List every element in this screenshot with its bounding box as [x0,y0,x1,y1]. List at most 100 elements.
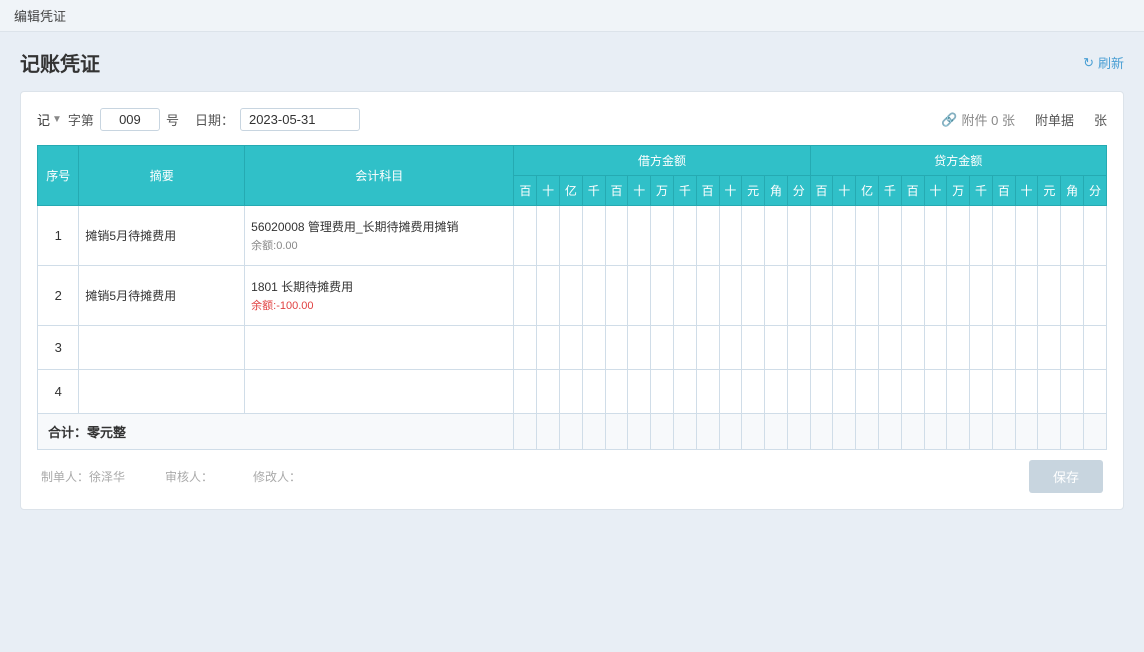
voucher-number-input[interactable] [100,108,160,131]
credit-cell-r1-c7[interactable] [970,206,993,266]
debit-cell-r3-c6[interactable] [651,326,674,370]
credit-cell-r2-c5[interactable] [924,266,947,326]
credit-cell-r1-c11[interactable] [1061,206,1084,266]
credit-cell-r2-c8[interactable] [992,266,1015,326]
row-account-2[interactable]: 1801 长期待摊费用余额:-100.00 [245,266,514,326]
debit-cell-r2-c2[interactable] [560,266,583,326]
debit-cell-r4-c8[interactable] [696,370,719,414]
debit-cell-r1-c7[interactable] [673,206,696,266]
debit-cell-r2-c3[interactable] [582,266,605,326]
credit-cell-r2-c6[interactable] [947,266,970,326]
credit-cell-r1-c6[interactable] [947,206,970,266]
credit-cell-r3-c11[interactable] [1061,326,1084,370]
credit-cell-r2-c12[interactable] [1084,266,1107,326]
credit-cell-r4-c2[interactable] [856,370,879,414]
debit-cell-r3-c9[interactable] [719,326,742,370]
debit-cell-r4-c11[interactable] [765,370,788,414]
debit-cell-r2-c7[interactable] [673,266,696,326]
debit-cell-r4-c5[interactable] [628,370,651,414]
debit-cell-r1-c6[interactable] [651,206,674,266]
debit-cell-r1-c10[interactable] [742,206,765,266]
credit-cell-r1-c2[interactable] [856,206,879,266]
credit-cell-r3-c10[interactable] [1038,326,1061,370]
refresh-button[interactable]: ↻ 刷新 [1083,53,1124,72]
attach-button[interactable]: 🔗 附件 0 张 [941,110,1015,129]
save-button[interactable]: 保存 [1029,460,1103,493]
credit-cell-r2-c4[interactable] [901,266,924,326]
credit-cell-r4-c0[interactable] [810,370,833,414]
debit-cell-r2-c11[interactable] [765,266,788,326]
debit-cell-r3-c2[interactable] [560,326,583,370]
credit-cell-r3-c7[interactable] [970,326,993,370]
credit-cell-r3-c12[interactable] [1084,326,1107,370]
debit-cell-r4-c2[interactable] [560,370,583,414]
credit-cell-r4-c8[interactable] [992,370,1015,414]
credit-cell-r2-c9[interactable] [1015,266,1038,326]
credit-cell-r2-c1[interactable] [833,266,856,326]
credit-cell-r2-c0[interactable] [810,266,833,326]
debit-cell-r3-c1[interactable] [537,326,560,370]
credit-cell-r3-c0[interactable] [810,326,833,370]
debit-cell-r1-c1[interactable] [537,206,560,266]
debit-cell-r2-c5[interactable] [628,266,651,326]
credit-cell-r3-c1[interactable] [833,326,856,370]
credit-cell-r4-c9[interactable] [1015,370,1038,414]
debit-cell-r4-c1[interactable] [537,370,560,414]
credit-cell-r4-c4[interactable] [901,370,924,414]
credit-cell-r1-c12[interactable] [1084,206,1107,266]
debit-cell-r4-c4[interactable] [605,370,628,414]
credit-cell-r3-c8[interactable] [992,326,1015,370]
debit-cell-r2-c9[interactable] [719,266,742,326]
debit-cell-r2-c12[interactable] [787,266,810,326]
debit-cell-r1-c11[interactable] [765,206,788,266]
debit-cell-r1-c3[interactable] [582,206,605,266]
debit-cell-r2-c8[interactable] [696,266,719,326]
attach-doc-button[interactable]: 附单据 [1035,110,1074,129]
debit-cell-r1-c9[interactable] [719,206,742,266]
debit-cell-r4-c12[interactable] [787,370,810,414]
debit-cell-r3-c11[interactable] [765,326,788,370]
debit-cell-r3-c8[interactable] [696,326,719,370]
debit-cell-r1-c8[interactable] [696,206,719,266]
credit-cell-r3-c2[interactable] [856,326,879,370]
credit-cell-r1-c0[interactable] [810,206,833,266]
credit-cell-r4-c11[interactable] [1061,370,1084,414]
row-account-4[interactable] [245,370,514,414]
credit-cell-r2-c3[interactable] [878,266,901,326]
row-account-1[interactable]: 56020008 管理费用_长期待摊费用摊销余额:0.00 [245,206,514,266]
debit-cell-r3-c12[interactable] [787,326,810,370]
row-summary-3[interactable] [79,326,245,370]
voucher-type-select[interactable]: 记 ▼ [37,110,62,129]
debit-cell-r3-c7[interactable] [673,326,696,370]
debit-cell-r2-c1[interactable] [537,266,560,326]
debit-cell-r2-c0[interactable] [514,266,537,326]
debit-cell-r4-c10[interactable] [742,370,765,414]
credit-cell-r1-c8[interactable] [992,206,1015,266]
debit-cell-r1-c12[interactable] [787,206,810,266]
credit-cell-r1-c10[interactable] [1038,206,1061,266]
credit-cell-r4-c7[interactable] [970,370,993,414]
credit-cell-r1-c4[interactable] [901,206,924,266]
credit-cell-r2-c7[interactable] [970,266,993,326]
row-summary-2[interactable]: 摊销5月待摊费用 [79,266,245,326]
credit-cell-r2-c2[interactable] [856,266,879,326]
debit-cell-r1-c0[interactable] [514,206,537,266]
credit-cell-r3-c9[interactable] [1015,326,1038,370]
credit-cell-r4-c6[interactable] [947,370,970,414]
debit-cell-r4-c0[interactable] [514,370,537,414]
debit-cell-r4-c9[interactable] [719,370,742,414]
credit-cell-r4-c12[interactable] [1084,370,1107,414]
credit-cell-r1-c9[interactable] [1015,206,1038,266]
debit-cell-r1-c2[interactable] [560,206,583,266]
row-account-3[interactable] [245,326,514,370]
credit-cell-r3-c4[interactable] [901,326,924,370]
credit-cell-r1-c3[interactable] [878,206,901,266]
debit-cell-r4-c3[interactable] [582,370,605,414]
debit-cell-r3-c10[interactable] [742,326,765,370]
debit-cell-r4-c7[interactable] [673,370,696,414]
credit-cell-r1-c5[interactable] [924,206,947,266]
credit-cell-r2-c10[interactable] [1038,266,1061,326]
debit-cell-r1-c5[interactable] [628,206,651,266]
credit-cell-r3-c3[interactable] [878,326,901,370]
debit-cell-r2-c4[interactable] [605,266,628,326]
